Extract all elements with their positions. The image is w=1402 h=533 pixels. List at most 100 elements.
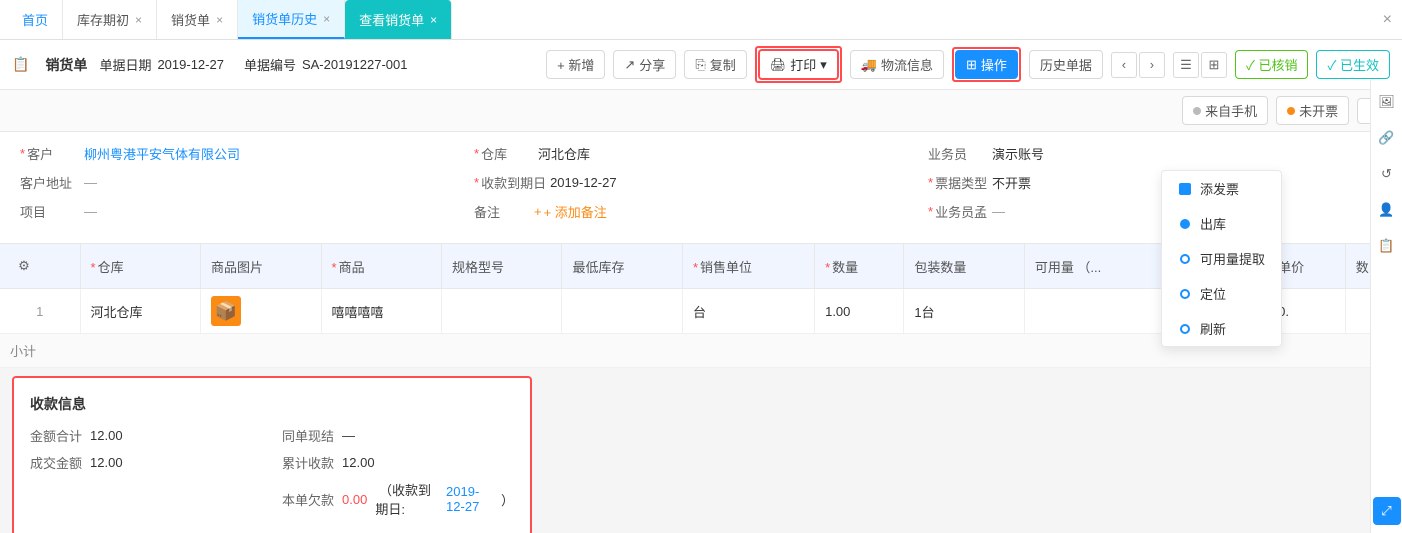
logistics-button[interactable]: 🚚 物流信息	[850, 50, 944, 79]
sidebar-user-icon[interactable]: 👤	[1373, 196, 1401, 224]
add-invoice-item[interactable]: 添发票	[1162, 171, 1281, 206]
payment-title: 收款信息	[30, 394, 514, 414]
grid-icon: ⊞	[966, 57, 977, 73]
invoice-icon	[1178, 182, 1192, 196]
tab-home[interactable]: 首页	[8, 0, 63, 39]
tab-inventory-close[interactable]: ×	[135, 13, 142, 27]
staff-field: 业务员 演示账号	[928, 144, 1382, 163]
sidebar-undo-icon[interactable]: ↺	[1373, 160, 1401, 188]
tab-bar-close-btn[interactable]: ×	[1383, 11, 1392, 29]
print-highlight-box: 🖨 打印 ▾	[755, 46, 842, 83]
doc-number-field: 单据编号 SA-20191227-001	[244, 55, 408, 74]
sidebar-image-icon[interactable]: 🖼	[1373, 88, 1401, 116]
refresh-item[interactable]: 刷新	[1162, 311, 1281, 346]
product-image: 📦	[211, 296, 241, 326]
col-available: 可用量 （...	[1024, 244, 1168, 289]
settings-icon[interactable]: ⚙	[10, 252, 38, 280]
locate-label: 定位	[1200, 284, 1226, 303]
add-button[interactable]: + 新增	[546, 50, 605, 79]
tab-sales-history[interactable]: 销货单历史 ×	[238, 0, 345, 39]
locate-icon	[1178, 287, 1192, 301]
refresh-icon	[1178, 322, 1192, 336]
due-item: 本单欠款 0.00 （收款到期日: 2019-12-27 ）	[282, 480, 514, 518]
operate-dropdown: 添发票 出库 可用量提取 定位 刷新	[1161, 170, 1282, 347]
sales-field: 业务员孟 —	[928, 202, 1382, 221]
form-row-1: 客户 柳州粤港平安气体有限公司 仓库 河北仓库 业务员 演示账号	[20, 144, 1382, 163]
sidebar-doc-icon[interactable]: 📋	[1373, 232, 1401, 260]
same-order-label: 同单现结	[282, 426, 334, 445]
print-dropdown-arrow: ▾	[820, 57, 827, 73]
print-button[interactable]: 🖨 打印 ▾	[758, 49, 839, 80]
col-unit: 销售单位	[682, 244, 814, 289]
copy-icon: ⎘	[695, 57, 705, 73]
address-value: —	[84, 175, 97, 190]
tab-sales-history-close[interactable]: ×	[323, 12, 330, 26]
plus-icon: +	[534, 204, 542, 219]
due-value: 0.00	[342, 492, 367, 507]
ticket-field: 票据类型 不开票	[928, 173, 1382, 192]
history-button[interactable]: 历史单据	[1029, 50, 1103, 79]
doc-meta: 单据日期 2019-12-27 单据编号 SA-20191227-001	[99, 55, 407, 74]
tab-sales[interactable]: 销货单 ×	[157, 0, 238, 39]
col-settings[interactable]: ⚙	[0, 244, 80, 289]
note-field: 备注 + + 添加备注	[474, 202, 928, 221]
available-extract-label: 可用量提取	[1200, 249, 1265, 268]
locate-item[interactable]: 定位	[1162, 276, 1281, 311]
outbound-icon	[1178, 217, 1192, 231]
note-label: 备注	[474, 202, 534, 221]
tab-view-sales-close[interactable]: ×	[430, 13, 437, 27]
available-icon	[1178, 252, 1192, 266]
available-extract-item[interactable]: 可用量提取	[1162, 241, 1281, 276]
row-spec	[441, 289, 561, 334]
operate-button[interactable]: ⊞ 操作	[955, 50, 1018, 79]
customer-value[interactable]: 柳州粤港平安气体有限公司	[84, 144, 240, 163]
customer-label: 客户	[20, 144, 80, 163]
prev-button[interactable]: ‹	[1111, 52, 1137, 78]
unopened-btn[interactable]: 未开票	[1276, 96, 1349, 125]
share-icon: ↗	[624, 57, 635, 73]
mobile-btn[interactable]: 来自手机	[1182, 96, 1268, 125]
next-button[interactable]: ›	[1139, 52, 1165, 78]
sales-label: 业务员孟	[928, 202, 988, 221]
print-icon: 🖨	[770, 57, 787, 73]
payment-grid: 金额合计 12.00 同单现结 — 成交金额 12.00 累计收款 12.00 …	[30, 426, 514, 518]
sidebar-expand-icon[interactable]: ⤢	[1373, 497, 1401, 525]
tab-bar: 首页 库存期初 × 销货单 × 销货单历史 × 查看销货单 × ×	[0, 0, 1402, 40]
tab-sales-close[interactable]: ×	[216, 13, 223, 27]
ticket-value: 不开票	[992, 173, 1031, 192]
due-date-label: 收款到期日	[474, 173, 546, 192]
sub-toolbar: 来自手机 未开票 ✓	[0, 90, 1402, 132]
view-toggle: ☰ ⊞	[1173, 52, 1227, 78]
project-value: —	[84, 204, 97, 219]
list-view-btn[interactable]: ☰	[1173, 52, 1199, 78]
copy-button[interactable]: ⎘ 复制	[684, 50, 746, 79]
tab-inventory[interactable]: 库存期初 ×	[63, 0, 157, 39]
cumulative-value: 12.00	[342, 455, 375, 470]
doc-name: 销货单	[45, 55, 87, 75]
grid-view-btn[interactable]: ⊞	[1201, 52, 1227, 78]
amount-value: 12.00	[90, 428, 123, 443]
due-note-end: ）	[501, 490, 514, 509]
sold-status-btn[interactable]: ✓ 已核销	[1235, 50, 1309, 79]
col-product: 商品	[321, 244, 441, 289]
check-icon: ✓	[1246, 58, 1255, 73]
doc-title-section: 📋 销货单 单据日期 2019-12-27 单据编号 SA-20191227-0…	[12, 55, 530, 75]
warehouse-value: 河北仓库	[538, 144, 590, 163]
add-note-button[interactable]: + + 添加备注	[534, 202, 607, 221]
due-date-field: 收款到期日 2019-12-27	[474, 173, 928, 192]
tab-view-sales[interactable]: 查看销货单 ×	[345, 0, 452, 39]
effective-status-btn[interactable]: ✓ 已生效	[1316, 50, 1390, 79]
staff-value: 演示账号	[992, 144, 1044, 163]
row-warehouse: 河北仓库	[80, 289, 200, 334]
staff-label: 业务员	[928, 144, 988, 163]
share-button[interactable]: ↗ 分享	[613, 50, 676, 79]
due-date-value: 2019-12-27	[550, 175, 617, 190]
warehouse-field: 仓库 河北仓库	[474, 144, 928, 163]
outbound-item[interactable]: 出库	[1162, 206, 1281, 241]
refresh-label: 刷新	[1200, 319, 1226, 338]
row-quantity: 1.00	[815, 289, 904, 334]
sidebar-link-icon[interactable]: 🔗	[1373, 124, 1401, 152]
row-product: 嘻嘻嘻嘻	[321, 289, 441, 334]
ticket-label: 票据类型	[928, 173, 988, 192]
cumulative-label: 累计收款	[282, 453, 334, 472]
